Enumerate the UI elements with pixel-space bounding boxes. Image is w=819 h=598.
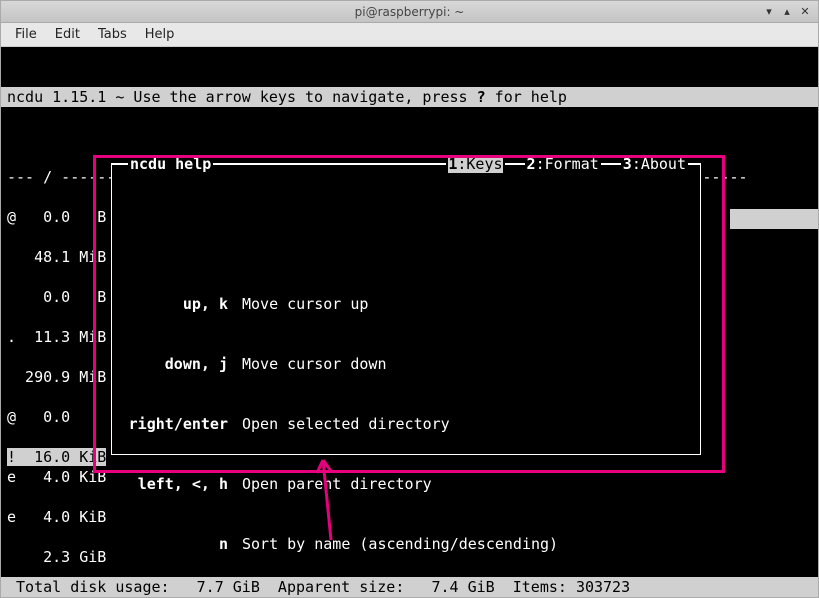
window-controls: ▾ ▴ ✕ [762,5,812,19]
close-button[interactable]: ✕ [798,5,812,19]
help-row: nSort by name (ascending/descending) [122,534,690,554]
help-body: up, kMove cursor up down, jMove cursor d… [112,224,700,597]
app-window: pi@raspberrypi: ~ ▾ ▴ ✕ File Edit Tabs H… [0,0,819,598]
maximize-button[interactable]: ▴ [780,5,794,19]
help-title: ncdu help [128,154,213,174]
terminal[interactable]: ncdu 1.15.1 ~ Use the arrow keys to navi… [1,47,818,597]
help-row: down, jMove cursor down [122,354,690,374]
help-tab-keys[interactable]: 1:Keys [446,154,504,174]
help-row: up, kMove cursor up [122,294,690,314]
menu-edit[interactable]: Edit [47,25,88,44]
menu-tabs[interactable]: Tabs [90,25,135,44]
help-titlebar: ncdu help 1:Keys 2:Format 3:About [112,154,700,174]
list-item-selected[interactable]: ! 16.0 KiB [7,448,106,466]
menubar: File Edit Tabs Help [1,23,818,47]
help-dialog: ncdu help 1:Keys 2:Format 3:About up, kM… [111,163,701,455]
help-tab-about[interactable]: 3:About [621,154,688,174]
titlebar: pi@raspberrypi: ~ ▾ ▴ ✕ [1,1,818,23]
scrollbar-indicator [730,209,818,229]
menu-help[interactable]: Help [137,25,183,44]
minimize-button[interactable]: ▾ [762,5,776,19]
ncdu-header: ncdu 1.15.1 ~ Use the arrow keys to navi… [1,87,818,107]
menu-file[interactable]: File [7,25,45,44]
help-row: left, <, hOpen parent directory [122,474,690,494]
window-title: pi@raspberrypi: ~ [355,5,465,19]
help-row: right/enterOpen selected directory [122,414,690,434]
ncdu-footer: Total disk usage: 7.7 GiB Apparent size:… [1,577,818,597]
help-tab-format[interactable]: 2:Format [525,154,601,174]
